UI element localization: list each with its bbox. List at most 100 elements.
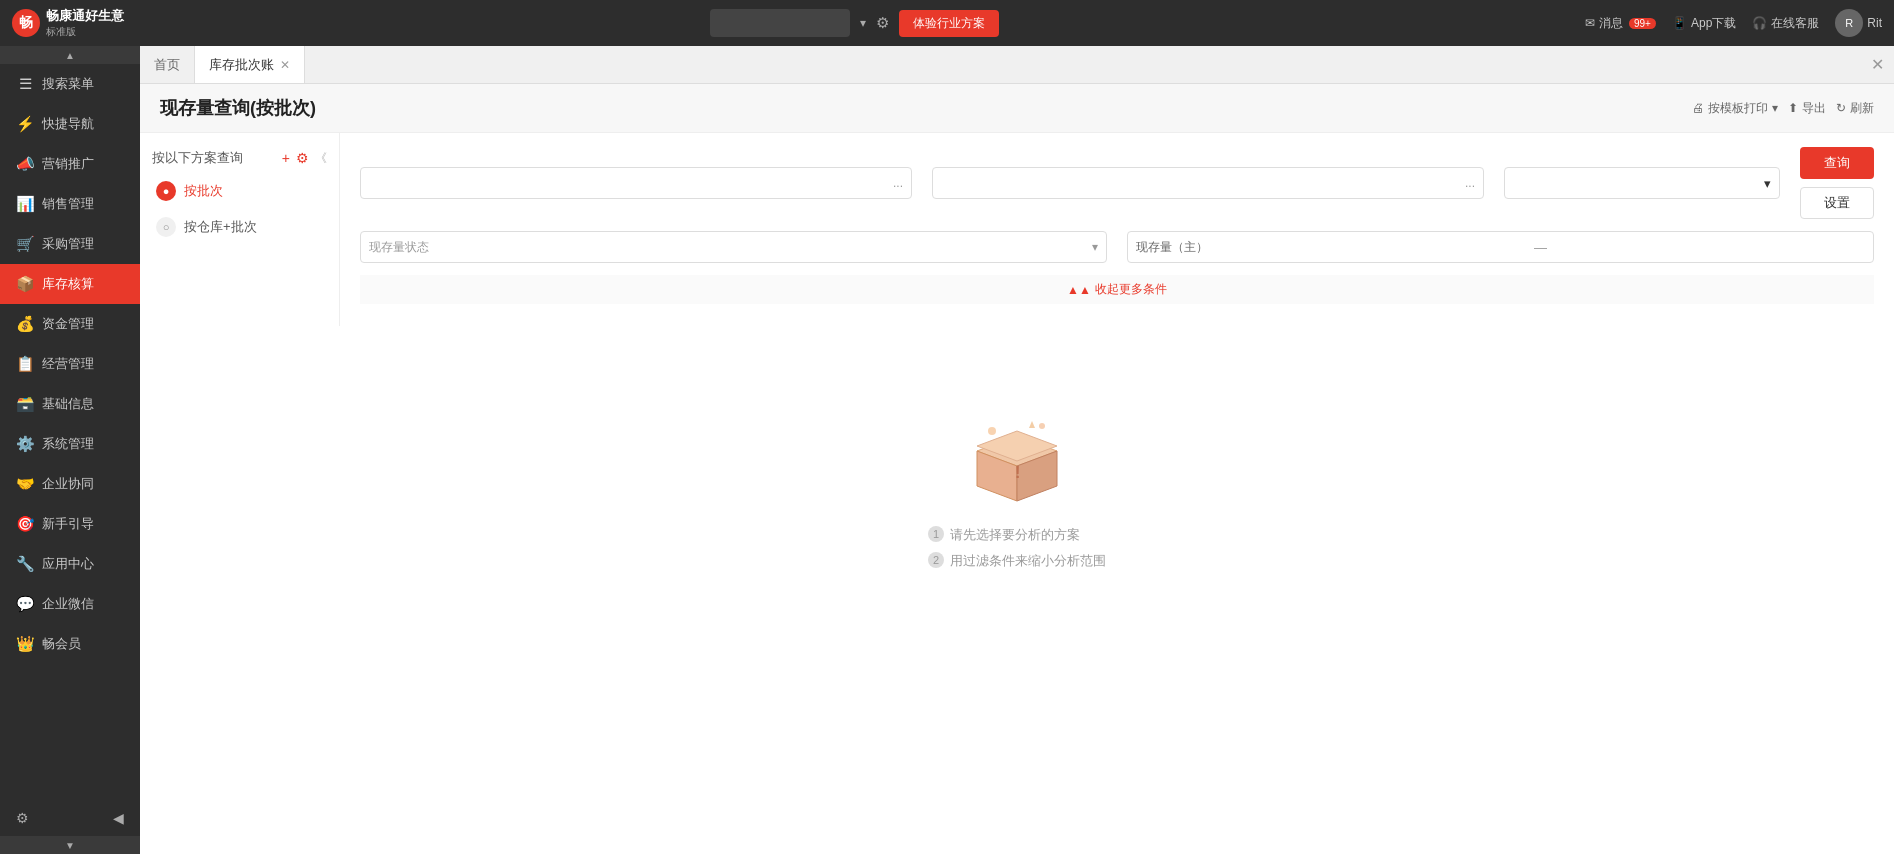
status-dropdown-icon: ▾ — [1764, 176, 1771, 191]
inventory-qty-label: 现存量（主） — [1136, 239, 1208, 256]
plan-item-by-warehouse-batch[interactable]: ○ 按仓库+批次 — [140, 209, 339, 245]
warehouse-more-btn[interactable]: ... — [893, 176, 903, 190]
collapse-more-btn[interactable]: ▲▲ 收起更多条件 — [360, 275, 1874, 304]
inventory-status-select[interactable]: 现存量状态 ▾ — [360, 231, 1107, 263]
sidebar-item-marketing[interactable]: 📣营销推广 — [0, 144, 140, 184]
page-title: 现存量查询(按批次) — [160, 96, 316, 120]
sidebar-item-app-center[interactable]: 🔧应用中心 — [0, 544, 140, 584]
add-plan-button[interactable]: + — [282, 150, 290, 167]
sidebar-item-quick-nav[interactable]: ⚡快捷导航 — [0, 104, 140, 144]
inventory-qty-max[interactable] — [1551, 240, 1865, 254]
print-dropdown-icon[interactable]: ▾ — [1772, 101, 1778, 115]
sidebar-icon-sales: 📊 — [16, 195, 34, 213]
sidebar-label-marketing: 营销推广 — [42, 155, 94, 173]
print-icon: 🖨 — [1692, 101, 1704, 115]
sidebar-collapse-button[interactable]: ◀ — [113, 810, 124, 826]
logo-area: 畅 畅康通好生意 标准版 — [12, 8, 124, 38]
sidebar-icon-search-menu: ☰ — [16, 75, 34, 93]
sidebar-item-basic[interactable]: 🗃️ 基础信息 — [0, 384, 140, 424]
export-button[interactable]: ⬆ 导出 — [1788, 100, 1826, 117]
sidebar-item-finance[interactable]: 💰资金管理 — [0, 304, 140, 344]
goods-field: ... — [932, 167, 1484, 199]
phone-icon: 📱 — [1672, 16, 1687, 30]
sidebar-label-system: 系统管理 — [42, 435, 94, 453]
app-download-action[interactable]: 📱 App下载 — [1672, 15, 1736, 32]
inventory-status-field: 现存量状态 ▾ — [360, 231, 1107, 263]
sidebar-icon-system: ⚙️ — [16, 435, 34, 453]
chevron-down-btn[interactable]: ▾ — [860, 16, 866, 30]
sidebar-item-system[interactable]: ⚙️ 系统管理 — [0, 424, 140, 464]
tab-label-inventory-batch: 库存批次账 — [209, 56, 274, 74]
sidebar-item-newbie[interactable]: 🎯新手引导 — [0, 504, 140, 544]
sidebar-item-operations[interactable]: 📋经营管理 — [0, 344, 140, 384]
sidebar-label-operations: 经营管理 — [42, 355, 94, 373]
user-area[interactable]: R Rit — [1835, 9, 1882, 37]
app-version: 标准版 — [46, 25, 124, 38]
empty-tips: 1 请先选择要分析的方案 2 用过滤条件来缩小分析范围 — [928, 526, 1106, 578]
sidebar-item-enterprise-wechat[interactable]: 💬企业微信 — [0, 584, 140, 624]
refresh-button[interactable]: ↻ 刷新 — [1836, 100, 1874, 117]
tab-home[interactable]: 首页 — [140, 46, 195, 83]
sidebar: ▲ ☰搜索菜单⚡快捷导航📣营销推广📊销售管理🛒采购管理📦库存核算💰资金管理📋经营… — [0, 46, 140, 854]
search-wrapper — [710, 9, 850, 37]
inventory-qty-min[interactable] — [1216, 240, 1530, 254]
sidebar-scroll-up[interactable]: ▲ — [0, 46, 140, 64]
top-header: 畅 畅康通好生意 标准版 ▾ ⚙ 体验行业方案 ✉ 消息 99+ 📱 App下载… — [0, 0, 1894, 46]
trial-button[interactable]: 体验行业方案 — [899, 10, 999, 37]
plan-inactive-icon: ○ — [156, 217, 176, 237]
warehouse-field: ... — [360, 167, 912, 199]
empty-icon: ! — [957, 406, 1077, 506]
goods-more-btn[interactable]: ... — [1465, 176, 1475, 190]
sidebar-label-finance: 资金管理 — [42, 315, 94, 333]
header-left: 畅 畅康通好生意 标准版 — [12, 8, 124, 38]
plan-active-icon: ● — [156, 181, 176, 201]
search-input[interactable] — [710, 9, 850, 37]
print-button[interactable]: 🖨 按模板打印 ▾ — [1692, 100, 1778, 117]
tab-close-inventory-batch[interactable]: ✕ — [280, 58, 290, 72]
collapse-filter-sidebar-button[interactable]: 《 — [315, 150, 327, 167]
sidebar-bottom: ⚙ ◀ — [0, 800, 140, 836]
svg-text:!: ! — [1015, 464, 1020, 481]
sidebar-item-sales[interactable]: 📊销售管理 — [0, 184, 140, 224]
online-service-action[interactable]: 🎧 在线客服 — [1752, 15, 1819, 32]
sidebar-label-basic: 基础信息 — [42, 395, 94, 413]
settings-button[interactable]: 设置 — [1800, 187, 1874, 219]
inventory-status-label: 现存量状态 — [369, 239, 429, 256]
sidebar-item-search-menu[interactable]: ☰搜索菜单 — [0, 64, 140, 104]
page-header: 现存量查询(按批次) 🖨 按模板打印 ▾ ⬆ 导出 ↻ 刷新 — [140, 84, 1894, 133]
range-dash: — — [1534, 240, 1547, 255]
plan-settings-button[interactable]: ⚙ — [296, 150, 309, 167]
sidebar-item-inventory[interactable]: 📦库存核算 — [0, 264, 140, 304]
tip-num-2: 2 — [928, 552, 944, 568]
sidebar-icon-enterprise-wechat: 💬 — [16, 595, 34, 613]
tab-bar: 首页库存批次账 ✕ ✕ — [140, 46, 1894, 84]
messages-action[interactable]: ✉ 消息 99+ — [1585, 15, 1656, 32]
gear-btn[interactable]: ⚙ — [876, 14, 889, 32]
sidebar-icon-basic: 🗃️ — [16, 395, 34, 413]
content-area: 首页库存批次账 ✕ ✕ 现存量查询(按批次) 🖨 按模板打印 ▾ ⬆ 导出 — [140, 46, 1894, 854]
empty-illustration: ! — [957, 406, 1077, 506]
query-button[interactable]: 查询 — [1800, 147, 1874, 179]
inventory-qty-field: 现存量（主） — — [1127, 231, 1874, 263]
sidebar-item-purchase[interactable]: 🛒采购管理 — [0, 224, 140, 264]
sidebar-label-app-center: 应用中心 — [42, 555, 94, 573]
sidebar-scroll-down[interactable]: ▼ — [0, 836, 140, 854]
warehouse-input-wrapper[interactable]: ... — [360, 167, 912, 199]
goods-input-wrapper[interactable]: ... — [932, 167, 1484, 199]
status-dropdown[interactable]: ▾ — [1504, 167, 1780, 199]
sidebar-icon-newbie: 🎯 — [16, 515, 34, 533]
sidebar-item-member[interactable]: 👑畅会员 — [0, 624, 140, 664]
sidebar-item-enterprise[interactable]: 🤝企业协同 — [0, 464, 140, 504]
main-layout: ▲ ☰搜索菜单⚡快捷导航📣营销推广📊销售管理🛒采购管理📦库存核算💰资金管理📋经营… — [0, 46, 1894, 854]
warehouse-input[interactable] — [369, 176, 893, 190]
goods-input[interactable] — [941, 176, 1465, 190]
tab-inventory-batch[interactable]: 库存批次账 ✕ — [195, 46, 305, 83]
plan-item-by-batch[interactable]: ● 按批次 — [140, 173, 339, 209]
inventory-status-dropdown-icon: ▾ — [1092, 240, 1098, 254]
sidebar-settings-button[interactable]: ⚙ — [16, 810, 29, 826]
close-all-tabs-button[interactable]: ✕ — [1871, 55, 1884, 74]
sidebar-label-purchase: 采购管理 — [42, 235, 94, 253]
sidebar-icon-quick-nav: ⚡ — [16, 115, 34, 133]
messages-label: 消息 — [1599, 15, 1623, 32]
filter-sidebar-header: 按以下方案查询 + ⚙ 《 — [140, 143, 339, 173]
